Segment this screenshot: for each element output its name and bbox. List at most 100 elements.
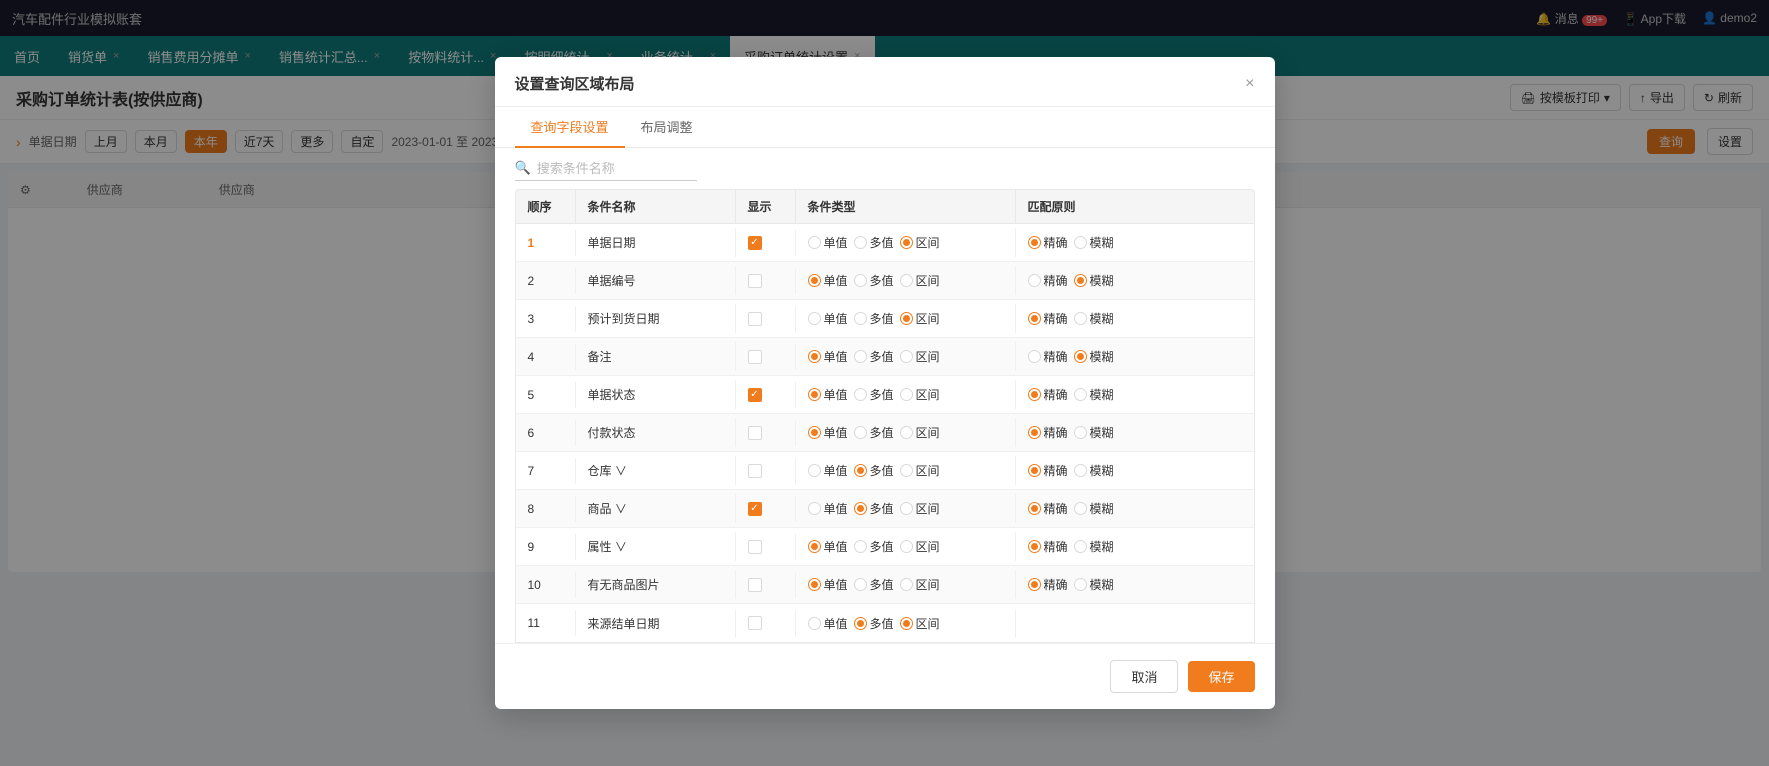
search-input[interactable] [537, 161, 697, 176]
cell-display [736, 610, 796, 636]
radio-type-multi[interactable]: 多值 [854, 615, 894, 632]
tab-query-settings[interactable]: 查询字段设置 [515, 107, 625, 148]
radio-rule-exact[interactable]: 精确 [1028, 538, 1068, 555]
cell-rule: 精确模糊 [1016, 380, 1216, 409]
display-checkbox[interactable] [748, 616, 762, 630]
radio-rule-exact[interactable]: 精确 [1028, 386, 1068, 403]
cell-order: 7 [516, 458, 576, 484]
radio-type-single[interactable]: 单值 [808, 538, 848, 555]
radio-rule-fuzzy[interactable]: 模糊 [1074, 462, 1114, 479]
head-display: 显示 [736, 190, 796, 223]
radio-type-single[interactable]: 单值 [808, 348, 848, 365]
cell-display [736, 496, 796, 522]
cell-name: 单据状态 [576, 380, 736, 409]
radio-type-range[interactable]: 区间 [900, 576, 940, 593]
radio-rule-exact[interactable]: 精确 [1028, 424, 1068, 441]
radio-rule-fuzzy[interactable]: 模糊 [1074, 310, 1114, 327]
cell-order: 11 [516, 610, 576, 636]
cell-name: 商品 ∨ [576, 494, 736, 523]
radio-type-multi[interactable]: 多值 [854, 576, 894, 593]
table-row: 3预计到货日期单值多值区间精确模糊 [516, 300, 1254, 338]
cell-display [736, 344, 796, 370]
radio-type-multi[interactable]: 多值 [854, 386, 894, 403]
radio-type-range[interactable]: 区间 [900, 348, 940, 365]
dialog-table: 顺序 条件名称 显示 条件类型 匹配原则 1单据日期单值多值区间精确模糊2单据编… [495, 189, 1275, 643]
cell-order: 1 [516, 230, 576, 256]
radio-rule-exact[interactable]: 精确 [1028, 310, 1068, 327]
table-row: 4备注单值多值区间精确模糊 [516, 338, 1254, 376]
radio-type-single[interactable]: 单值 [808, 615, 848, 632]
radio-rule-exact[interactable]: 精确 [1028, 576, 1068, 593]
radio-type-range[interactable]: 区间 [900, 272, 940, 289]
display-checkbox[interactable] [748, 388, 762, 402]
radio-type-single[interactable]: 单值 [808, 462, 848, 479]
radio-rule-fuzzy[interactable]: 模糊 [1074, 500, 1114, 517]
display-checkbox[interactable] [748, 578, 762, 592]
radio-rule-exact[interactable]: 精确 [1028, 272, 1068, 289]
display-checkbox[interactable] [748, 274, 762, 288]
cell-name: 付款状态 [576, 418, 736, 447]
table-row: 7仓库 ∨单值多值区间精确模糊 [516, 452, 1254, 490]
radio-type-single[interactable]: 单值 [808, 424, 848, 441]
radio-type-range[interactable]: 区间 [900, 538, 940, 555]
radio-type-range[interactable]: 区间 [900, 462, 940, 479]
radio-type-multi[interactable]: 多值 [854, 500, 894, 517]
radio-rule-fuzzy[interactable]: 模糊 [1074, 386, 1114, 403]
radio-type-range[interactable]: 区间 [900, 234, 940, 251]
radio-type-single[interactable]: 单值 [808, 310, 848, 327]
radio-rule-fuzzy[interactable]: 模糊 [1074, 272, 1114, 289]
radio-type-range[interactable]: 区间 [900, 500, 940, 517]
radio-type-range[interactable]: 区间 [900, 310, 940, 327]
radio-type-multi[interactable]: 多值 [854, 462, 894, 479]
dialog: 设置查询区域布局 × 查询字段设置 布局调整 🔍 顺序 条件名称 显示 [495, 57, 1275, 709]
display-checkbox[interactable] [748, 426, 762, 440]
radio-type-single[interactable]: 单值 [808, 272, 848, 289]
radio-rule-fuzzy[interactable]: 模糊 [1074, 424, 1114, 441]
radio-type-range[interactable]: 区间 [900, 386, 940, 403]
head-order: 顺序 [516, 190, 576, 223]
radio-rule-fuzzy[interactable]: 模糊 [1074, 348, 1114, 365]
cell-name: 单据日期 [576, 228, 736, 257]
radio-type-range[interactable]: 区间 [900, 424, 940, 441]
radio-rule-fuzzy[interactable]: 模糊 [1074, 234, 1114, 251]
radio-rule-exact[interactable]: 精确 [1028, 348, 1068, 365]
display-checkbox[interactable] [748, 312, 762, 326]
close-icon[interactable]: × [1245, 75, 1254, 93]
cell-rule: 精确模糊 [1016, 342, 1216, 371]
radio-rule-exact[interactable]: 精确 [1028, 462, 1068, 479]
display-checkbox[interactable] [748, 236, 762, 250]
radio-type-multi[interactable]: 多值 [854, 424, 894, 441]
dialog-footer: 取消 保存 [495, 643, 1275, 709]
display-checkbox[interactable] [748, 350, 762, 364]
radio-type-multi[interactable]: 多值 [854, 538, 894, 555]
cell-name: 属性 ∨ [576, 532, 736, 561]
radio-type-single[interactable]: 单值 [808, 234, 848, 251]
cell-type: 单值多值区间 [796, 380, 1016, 409]
radio-type-single[interactable]: 单值 [808, 386, 848, 403]
cell-type: 单值多值区间 [796, 418, 1016, 447]
head-rule: 匹配原则 [1016, 190, 1216, 223]
radio-rule-exact[interactable]: 精确 [1028, 234, 1068, 251]
cell-order: 9 [516, 534, 576, 560]
cell-order: 4 [516, 344, 576, 370]
modal-overlay[interactable]: 设置查询区域布局 × 查询字段设置 布局调整 🔍 顺序 条件名称 显示 [0, 0, 1769, 766]
save-button[interactable]: 保存 [1188, 661, 1254, 692]
radio-type-single[interactable]: 单值 [808, 500, 848, 517]
radio-type-multi[interactable]: 多值 [854, 234, 894, 251]
display-checkbox[interactable] [748, 540, 762, 554]
display-checkbox[interactable] [748, 502, 762, 516]
radio-type-multi[interactable]: 多值 [854, 272, 894, 289]
search-icon: 🔍 [515, 160, 531, 176]
radio-rule-fuzzy[interactable]: 模糊 [1074, 538, 1114, 555]
radio-type-range[interactable]: 区间 [900, 615, 940, 632]
radio-type-single[interactable]: 单值 [808, 576, 848, 593]
display-checkbox[interactable] [748, 464, 762, 478]
radio-type-multi[interactable]: 多值 [854, 348, 894, 365]
cell-display [736, 268, 796, 294]
radio-rule-exact[interactable]: 精确 [1028, 500, 1068, 517]
cancel-button[interactable]: 取消 [1110, 660, 1178, 693]
radio-type-multi[interactable]: 多值 [854, 310, 894, 327]
cell-display [736, 572, 796, 598]
radio-rule-fuzzy[interactable]: 模糊 [1074, 576, 1114, 593]
tab-layout-adjust[interactable]: 布局调整 [625, 107, 709, 148]
